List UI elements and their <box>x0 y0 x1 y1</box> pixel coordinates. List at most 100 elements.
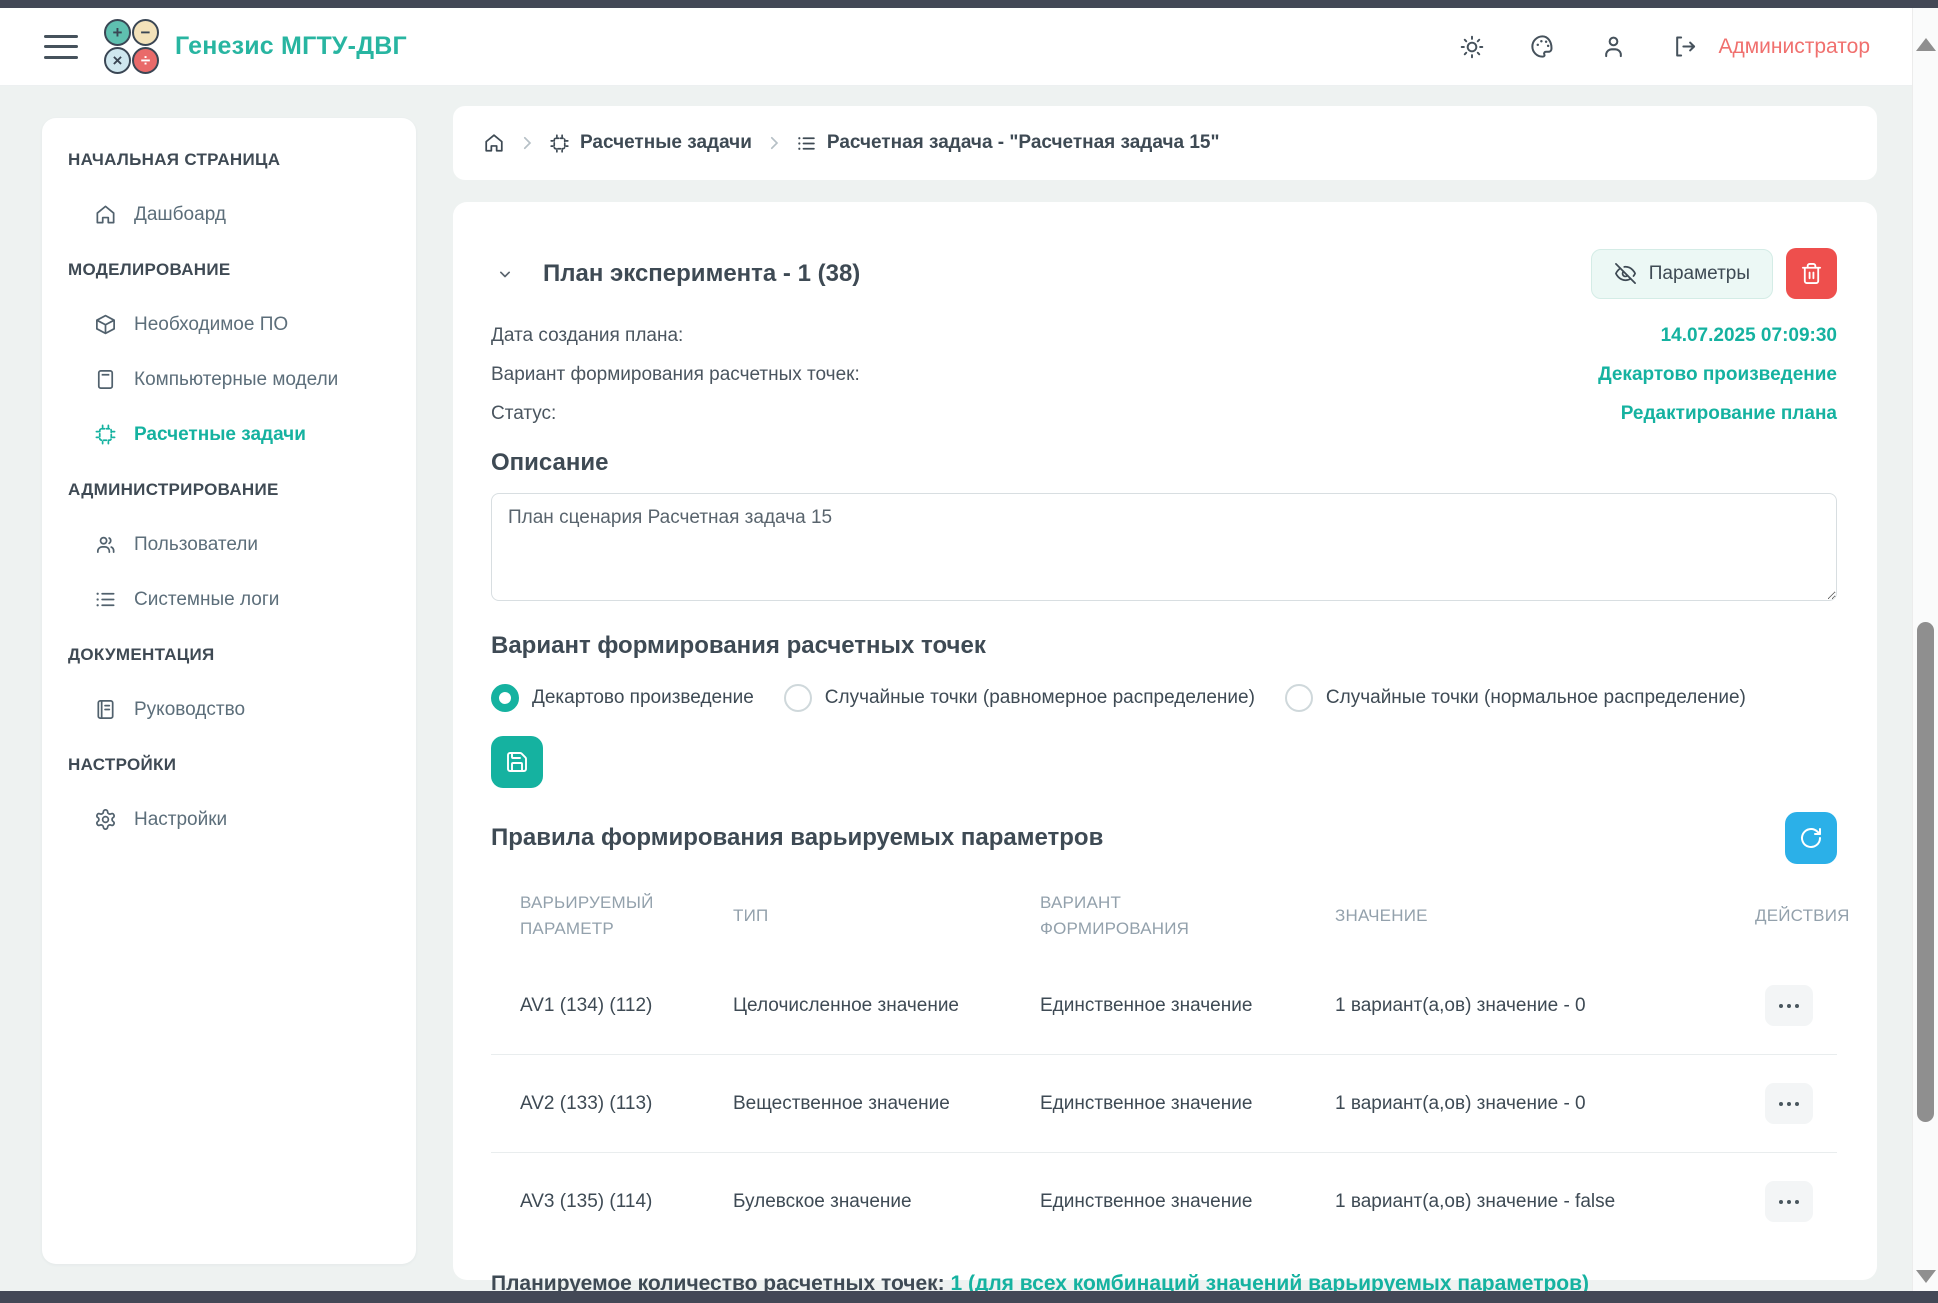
sidebar-item-label: Руководство <box>134 698 246 720</box>
sidebar-item-label: Системные логи <box>134 588 280 610</box>
list-icon <box>798 136 815 150</box>
cell-param: AV1 (134) (112) <box>520 994 653 1016</box>
ellipsis-icon <box>1779 1003 1783 1008</box>
sidebar-item-users[interactable]: Пользователи <box>42 517 416 572</box>
radio-random-normal[interactable]: Случайные точки (нормальное распределени… <box>1284 684 1746 712</box>
table-row: AV3 (135) (114) Булевское значение Единс… <box>491 1152 1837 1250</box>
save-icon <box>507 752 527 772</box>
users-icon <box>96 536 115 554</box>
table-header-row: ВАРЬИРУЕМЫЙ ПАРАМЕТР ТИП ВАРИАНТ ФОРМИРО… <box>491 870 1849 957</box>
meta-row-variant: Вариант формирования расчетных точек: Де… <box>491 364 1837 386</box>
sidebar-item-required-software[interactable]: Необходимое ПО <box>42 297 416 352</box>
eye-off-icon <box>1614 263 1636 284</box>
description-heading: Описание <box>491 449 609 476</box>
minus-icon: − <box>132 19 159 46</box>
cpu-icon <box>550 133 569 153</box>
list-icon <box>96 592 115 607</box>
parameters-button[interactable]: Параметры <box>1590 248 1773 299</box>
rules-heading: Правила формирования варьируемых парамет… <box>491 824 1104 851</box>
cell-variant: Единственное значение <box>1040 994 1253 1016</box>
cell-value: 1 вариант(а,ов) значение - 0 <box>1335 1092 1586 1114</box>
radio-random-uniform[interactable]: Случайные точки (равномерное распределен… <box>783 684 1255 712</box>
ellipsis-icon <box>1779 1199 1783 1204</box>
vertical-scrollbar[interactable] <box>1912 8 1938 1291</box>
row-actions-button[interactable] <box>1765 1083 1813 1124</box>
radio-cartesian-product[interactable]: Декартово произведение <box>491 684 754 712</box>
meta-value: 14.07.2025 07:09:30 <box>1660 325 1837 346</box>
meta-row-created: Дата создания плана: 14.07.2025 07:09:30 <box>491 325 1837 347</box>
save-button[interactable] <box>491 736 543 788</box>
breadcrumb-label: Расчетная задача - "Расчетная задача 15" <box>826 132 1220 153</box>
cell-param: AV3 (135) (114) <box>520 1190 653 1212</box>
app-logo: + − × ÷ <box>104 19 159 74</box>
sidebar-item-label: Компьютерные модели <box>134 368 339 390</box>
row-actions-button[interactable] <box>1765 1181 1813 1222</box>
description-textarea[interactable]: План сценария Расчетная задача 15 <box>491 493 1837 601</box>
scrollbar-thumb[interactable] <box>1917 622 1934 1122</box>
meta-label: Вариант формирования расчетных точек: <box>491 364 860 385</box>
refresh-icon <box>1801 828 1821 848</box>
ellipsis-icon <box>1779 1101 1783 1106</box>
breadcrumb-tasks[interactable]: Расчетные задачи <box>549 132 752 154</box>
radio-icon <box>1284 684 1313 712</box>
logout-icon <box>1676 36 1696 57</box>
profile-button[interactable] <box>1594 27 1633 66</box>
breadcrumb: Расчетные задачи Расчетная задача - "Рас… <box>453 106 1877 180</box>
sidebar-item-calculation-tasks[interactable]: Расчетные задачи <box>42 407 416 462</box>
scroll-down-arrow-icon[interactable] <box>1916 1270 1936 1283</box>
gear-icon <box>96 809 115 830</box>
row-actions-button[interactable] <box>1765 985 1813 1026</box>
breadcrumb-current-task[interactable]: Расчетная задача - "Расчетная задача 15" <box>796 132 1220 154</box>
sidebar-item-system-logs[interactable]: Системные логи <box>42 572 416 627</box>
chevron-right-icon <box>523 136 532 150</box>
radio-label: Случайные точки (нормальное распределени… <box>1325 687 1746 708</box>
sidebar-section-documentation: ДОКУМЕНТАЦИЯ <box>68 644 215 664</box>
home-icon <box>96 205 115 224</box>
breadcrumb-label: Расчетные задачи <box>580 132 752 153</box>
app-title: Генезис МГТУ-ДВГ <box>175 32 407 60</box>
cell-type: Целочисленное значение <box>733 994 959 1016</box>
sidebar-item-dashboard[interactable]: Дашбоард <box>42 187 416 242</box>
window-bottom-strip <box>0 1291 1938 1303</box>
trash-icon <box>1801 263 1822 284</box>
palette-button[interactable] <box>1523 27 1562 66</box>
logout-button[interactable] <box>1665 27 1704 66</box>
cube-icon <box>96 314 115 335</box>
sidebar-item-computer-models[interactable]: Компьютерные модели <box>42 352 416 407</box>
column-header: ВАРЬИРУЕМЫЙ ПАРАМЕТР <box>520 893 654 938</box>
user-role-label[interactable]: Администратор <box>1718 35 1870 59</box>
cell-type: Булевское значение <box>733 1190 912 1212</box>
sidebar-section-administration: АДМИНИСТРИРОВАНИЕ <box>68 479 279 499</box>
sidebar-item-label: Расчетные задачи <box>134 423 306 445</box>
sun-icon <box>1461 35 1484 58</box>
cell-value: 1 вариант(а,ов) значение - false <box>1335 1190 1616 1212</box>
experiment-plan-panel: План эксперимента - 1 (38) Параметры Дат… <box>453 202 1877 1295</box>
column-header: ТИП <box>733 905 769 925</box>
parameters-button-label: Параметры <box>1648 262 1750 284</box>
radio-label: Случайные точки (равномерное распределен… <box>824 687 1255 708</box>
theme-toggle-button[interactable] <box>1453 28 1491 66</box>
plan-meta: Дата создания плана: 14.07.2025 07:09:30… <box>491 325 1837 425</box>
divide-icon: ÷ <box>132 47 159 74</box>
sidebar-item-guide[interactable]: Руководство <box>42 682 416 737</box>
breadcrumb-home[interactable] <box>483 132 505 154</box>
meta-label: Статус: <box>491 403 557 424</box>
delete-plan-button[interactable] <box>1786 248 1837 299</box>
radio-icon <box>491 684 519 712</box>
parameters-table: ВАРЬИРУЕМЫЙ ПАРАМЕТР ТИП ВАРИАНТ ФОРМИРО… <box>491 870 1849 1250</box>
cpu-icon <box>95 424 116 445</box>
collapse-panel-button[interactable] <box>491 260 519 288</box>
sidebar-item-label: Необходимое ПО <box>134 313 289 335</box>
palette-icon <box>1531 35 1553 58</box>
scroll-up-arrow-icon[interactable] <box>1916 38 1936 51</box>
cell-value: 1 вариант(а,ов) значение - 0 <box>1335 994 1586 1016</box>
sidebar-item-settings[interactable]: Настройки <box>42 792 416 847</box>
refresh-button[interactable] <box>1785 812 1837 864</box>
sidebar-item-label: Пользователи <box>134 533 259 555</box>
chevron-down-icon <box>500 271 510 277</box>
sidebar-section-home: НАЧАЛЬНАЯ СТРАНИЦА <box>68 149 281 169</box>
radio-icon <box>783 684 812 712</box>
cell-type: Вещественное значение <box>733 1092 950 1114</box>
multiply-icon: × <box>104 47 131 74</box>
hamburger-menu-icon[interactable] <box>44 34 78 59</box>
